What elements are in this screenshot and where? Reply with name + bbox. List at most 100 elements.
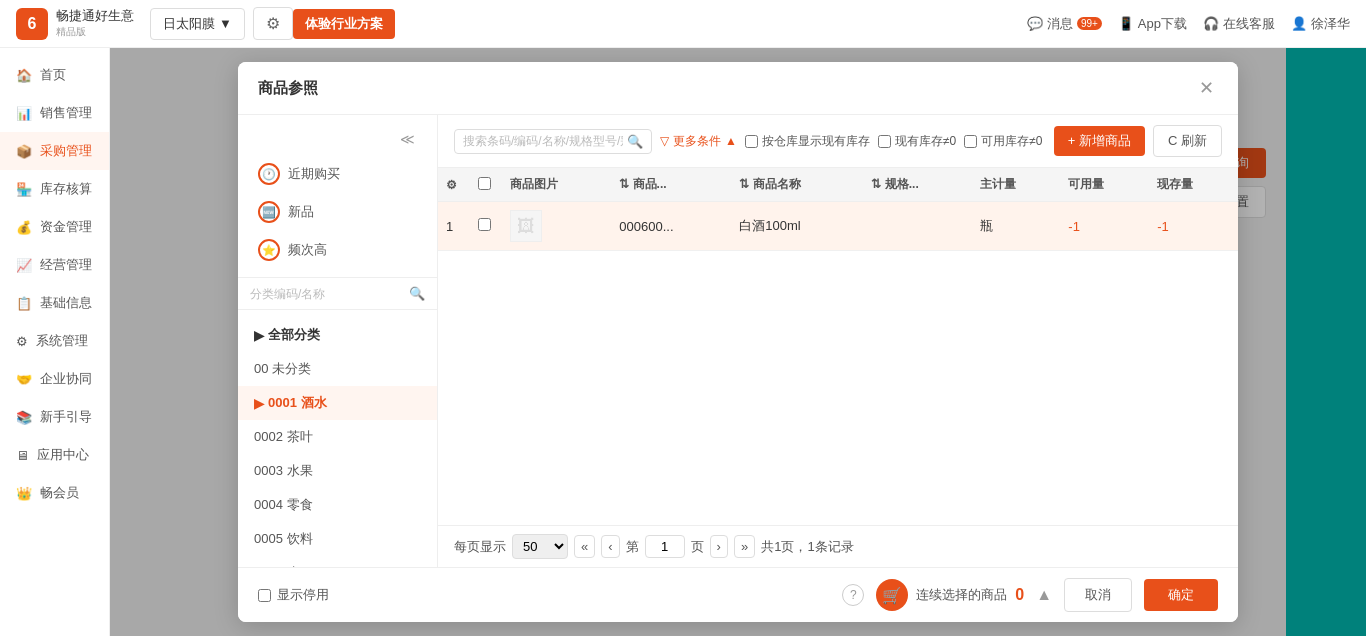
product-reference-modal: 商品参照 ✕ ≪ 🕐 近期购买: [238, 62, 1238, 622]
clock-icon: 🕐: [258, 163, 280, 185]
nav-dropdown[interactable]: 日太阳膜 ▼: [150, 8, 245, 40]
sidebar-label-apps: 应用中心: [37, 446, 89, 464]
user-icon: 👤: [1291, 16, 1307, 31]
app-download-item[interactable]: 📱 App下载: [1118, 15, 1187, 33]
show-disabled-checkbox[interactable]: [258, 589, 271, 602]
sidebar-item-apps[interactable]: 🖥 应用中心: [0, 436, 109, 474]
row-available: -1: [1060, 202, 1149, 251]
filter-label: 更多条件: [673, 133, 721, 150]
confirm-button[interactable]: 确定: [1144, 579, 1218, 611]
next-page-button[interactable]: ›: [710, 535, 728, 558]
category-fruit[interactable]: 0003 水果: [238, 454, 437, 488]
available-ne-checkbox-label[interactable]: 可用库存≠0: [964, 133, 1042, 150]
col-unit: 主计量: [972, 168, 1061, 202]
category-beverage[interactable]: 0005 饮料: [238, 522, 437, 556]
finance-icon: 💰: [16, 220, 32, 235]
sidebar-item-member[interactable]: 👑 畅会员: [0, 474, 109, 512]
help-button[interactable]: ?: [842, 584, 864, 606]
col-name[interactable]: ⇅ 商品名称: [731, 168, 863, 202]
category-water[interactable]: 0008 水: [238, 556, 437, 567]
row-index: 1: [438, 202, 470, 251]
cancel-button[interactable]: 取消: [1064, 578, 1132, 612]
prev-page-button[interactable]: ‹: [601, 535, 619, 558]
category-search-row: 🔍: [238, 278, 437, 310]
warehouse-checkbox-label[interactable]: 按仓库显示现有库存: [745, 133, 870, 150]
stock-ne-checkbox-label[interactable]: 现有库存≠0: [878, 133, 956, 150]
frequent-item[interactable]: ⭐ 频次高: [250, 233, 425, 267]
select-all-checkbox[interactable]: [478, 177, 491, 190]
category-liquor-arrow: ▶: [254, 396, 264, 411]
footer-collapse-button[interactable]: ▲: [1036, 586, 1052, 604]
headset-icon: 🎧: [1203, 16, 1219, 31]
category-all[interactable]: ▶ 全部分类: [238, 318, 437, 352]
category-liquor[interactable]: ▶ 0001 酒水: [238, 386, 437, 420]
sidebar-item-finance[interactable]: 💰 资金管理: [0, 208, 109, 246]
chevron-down-icon: ▼: [219, 16, 232, 31]
modal-right-panel: 🔍 ▽ 更多条件 ▲ 按仓库显示现有库存: [438, 115, 1238, 567]
category-unclassified[interactable]: 00 未分类: [238, 352, 437, 386]
category-tea[interactable]: 0002 茶叶: [238, 420, 437, 454]
category-search-input[interactable]: [250, 287, 405, 301]
available-ne-checkbox[interactable]: [964, 135, 977, 148]
modal-header: 商品参照 ✕: [238, 62, 1238, 115]
col-code[interactable]: ⇅ 商品...: [611, 168, 731, 202]
gear-button[interactable]: ⚙: [253, 7, 293, 40]
first-page-button[interactable]: «: [574, 535, 595, 558]
last-page-button[interactable]: »: [734, 535, 755, 558]
modal-close-button[interactable]: ✕: [1194, 76, 1218, 100]
toolbar-right: + 新增商品 C 刷新: [1054, 125, 1222, 157]
sidebar-item-basic[interactable]: 📋 基础信息: [0, 284, 109, 322]
message-item[interactable]: 💬 消息 99+: [1027, 15, 1102, 33]
user-name: 徐泽华: [1311, 15, 1350, 33]
col-image: 商品图片: [502, 168, 611, 202]
sales-icon: 📊: [16, 106, 32, 121]
warehouse-checkbox-label-text: 按仓库显示现有库存: [762, 133, 870, 150]
search-icon[interactable]: 🔍: [409, 286, 425, 301]
guide-icon: 📚: [16, 410, 32, 425]
per-page-select[interactable]: 50 100: [512, 534, 568, 559]
sidebar-item-home[interactable]: 🏠 首页: [0, 56, 109, 94]
stock-ne-checkbox[interactable]: [878, 135, 891, 148]
sidebar-item-guide[interactable]: 📚 新手引导: [0, 398, 109, 436]
sidebar-item-enterprise[interactable]: 🤝 企业协同: [0, 360, 109, 398]
col-stock: 现存量: [1149, 168, 1238, 202]
product-search-input[interactable]: [463, 134, 623, 148]
warehouse-checkbox[interactable]: [745, 135, 758, 148]
sidebar-item-system[interactable]: ⚙ 系统管理: [0, 322, 109, 360]
service-item[interactable]: 🎧 在线客服: [1203, 15, 1275, 33]
star-icon: ⭐: [258, 239, 280, 261]
new-product-item[interactable]: 🆕 新品: [250, 195, 425, 229]
add-product-button[interactable]: + 新增商品: [1054, 126, 1145, 156]
search-icon[interactable]: 🔍: [627, 134, 643, 149]
sidebar-label-basic: 基础信息: [40, 294, 92, 312]
frequent-label: 频次高: [288, 241, 327, 259]
category-snack[interactable]: 0004 零食: [238, 488, 437, 522]
recent-purchase-item[interactable]: 🕐 近期购买: [250, 157, 425, 191]
modal-title: 商品参照: [258, 79, 318, 98]
sidebar-label-purchase: 采购管理: [40, 142, 92, 160]
row-spec: [863, 202, 971, 251]
page-label-text: 第: [626, 538, 639, 556]
sidebar-item-inventory[interactable]: 🏪 库存核算: [0, 170, 109, 208]
cart-icon-button[interactable]: 🛒: [876, 579, 908, 611]
mobile-icon: 📱: [1118, 16, 1134, 31]
page-number-input[interactable]: [645, 535, 685, 558]
refresh-button[interactable]: C 刷新: [1153, 125, 1222, 157]
col-settings[interactable]: ⚙: [438, 168, 470, 202]
table-row[interactable]: 1 🖼 000600... 白酒100ml 瓶: [438, 202, 1238, 251]
top-nav: 6 畅捷通好生意 精品版 日太阳膜 ▼ ⚙ 体验行业方案 💬 消息 99+ 📱 …: [0, 0, 1366, 48]
new-product-label: 新品: [288, 203, 314, 221]
user-item[interactable]: 👤 徐泽华: [1291, 15, 1350, 33]
row-checkbox[interactable]: [478, 218, 491, 231]
more-filter-button[interactable]: ▽ 更多条件 ▲: [660, 133, 737, 150]
logo-text: 畅捷通好生意: [56, 8, 134, 25]
sidebar-item-sales[interactable]: 📊 销售管理: [0, 94, 109, 132]
trial-button[interactable]: 体验行业方案: [293, 9, 395, 39]
collapse-left-button[interactable]: ≪: [397, 129, 417, 149]
sidebar-label-enterprise: 企业协同: [40, 370, 92, 388]
basic-icon: 📋: [16, 296, 32, 311]
sidebar-item-operations[interactable]: 📈 经营管理: [0, 246, 109, 284]
col-spec[interactable]: ⇅ 规格...: [863, 168, 971, 202]
show-disabled-label[interactable]: 显示停用: [258, 586, 329, 604]
sidebar-item-purchase[interactable]: 📦 采购管理: [0, 132, 109, 170]
